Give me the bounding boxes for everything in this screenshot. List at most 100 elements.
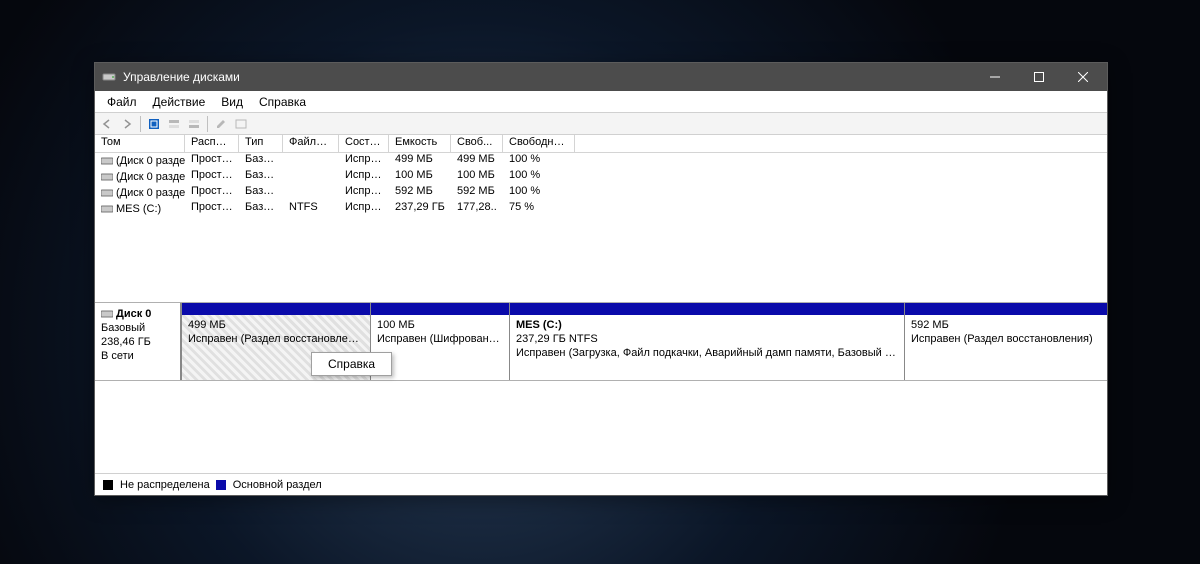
col-free[interactable]: Своб...: [451, 135, 503, 152]
cell-capacity: 499 МБ: [389, 153, 451, 169]
cell-free: 499 МБ: [451, 153, 503, 169]
disk-type: Базовый: [101, 321, 174, 335]
cell-freepct: 100 %: [503, 153, 575, 169]
partition-desc: Исправен (Раздел восстановления): [188, 332, 364, 346]
cell-type: Базов...: [239, 153, 283, 169]
maximize-button[interactable]: [1017, 63, 1061, 91]
volume-list-body[interactable]: (Диск 0 разде... Простой Базов... Испра.…: [95, 153, 1107, 302]
partition-header: [510, 303, 904, 315]
cell-status: Испра...: [339, 185, 389, 201]
cell-volume: (Диск 0 разде...: [116, 155, 185, 167]
volume-list-header: Том Распол... Тип Файлова... Состоя... Е…: [95, 135, 1107, 153]
cell-volume: (Диск 0 разде...: [116, 187, 185, 199]
toolbar-separator: [140, 116, 141, 132]
nav-back-icon[interactable]: [98, 115, 116, 133]
col-layout[interactable]: Распол...: [185, 135, 239, 152]
toolbar-separator: [207, 116, 208, 132]
app-icon: [101, 69, 117, 85]
partition-c-drive[interactable]: MES (C:) 237,29 ГБ NTFS Исправен (Загруз…: [509, 303, 904, 380]
cell-volume: (Диск 0 разде...: [116, 171, 185, 183]
menu-action[interactable]: Действие: [145, 93, 214, 111]
desktop-background: Управление дисками Файл Действие Вид Спр…: [0, 0, 1200, 564]
cell-layout: Простой: [185, 153, 239, 169]
toolbar: [95, 113, 1107, 135]
volume-list: Том Распол... Тип Файлова... Состоя... Е…: [95, 135, 1107, 303]
col-status[interactable]: Состоя...: [339, 135, 389, 152]
disk-info[interactable]: Диск 0 Базовый 238,46 ГБ В сети: [95, 303, 181, 380]
window-title: Управление дисками: [123, 70, 973, 84]
col-volume[interactable]: Том: [95, 135, 185, 152]
disk-management-window: Управление дисками Файл Действие Вид Спр…: [94, 62, 1108, 496]
cell-capacity: 237,29 ГБ: [389, 201, 451, 217]
properties-icon[interactable]: [212, 115, 230, 133]
menubar: Файл Действие Вид Справка: [95, 91, 1107, 113]
legend: Не распределена Основной раздел: [95, 473, 1107, 495]
col-filesys[interactable]: Файлова...: [283, 135, 339, 152]
cell-fs: [283, 185, 339, 201]
cell-free: 592 МБ: [451, 185, 503, 201]
partition-recovery-2[interactable]: 592 МБ Исправен (Раздел восстановления): [904, 303, 1107, 380]
col-type[interactable]: Тип: [239, 135, 283, 152]
partition-size: 592 МБ: [911, 318, 1101, 332]
view-top-icon[interactable]: [165, 115, 183, 133]
cell-free: 100 МБ: [451, 169, 503, 185]
context-menu: Справка: [311, 352, 392, 376]
nav-forward-icon[interactable]: [118, 115, 136, 133]
partition-header: [182, 303, 370, 315]
table-row[interactable]: (Диск 0 разде... Простой Базов... Испра.…: [95, 169, 1107, 185]
cell-status: Испра...: [339, 201, 389, 217]
refresh-icon[interactable]: [145, 115, 163, 133]
cell-type: Базов...: [239, 185, 283, 201]
partition-size: 237,29 ГБ NTFS: [516, 332, 898, 346]
disk-graphical-view: Диск 0 Базовый 238,46 ГБ В сети 499 МБ И…: [95, 303, 1107, 381]
cell-status: Испра...: [339, 153, 389, 169]
legend-swatch-primary: [216, 480, 226, 490]
cell-freepct: 100 %: [503, 185, 575, 201]
partition-desc: Исправен (Шифрованный (EFI) системный ра…: [377, 332, 503, 346]
cell-layout: Простой: [185, 201, 239, 217]
cell-status: Испра...: [339, 169, 389, 185]
disk-icon: [101, 309, 113, 319]
volume-icon: [101, 188, 113, 198]
disk-status: В сети: [101, 349, 174, 363]
menu-help[interactable]: Справка: [251, 93, 314, 111]
help-icon[interactable]: [232, 115, 250, 133]
partition-desc: Исправен (Загрузка, Файл подкачки, Авари…: [516, 346, 898, 360]
partition-header: [905, 303, 1107, 315]
partition-size: 100 МБ: [377, 318, 503, 332]
table-row[interactable]: (Диск 0 разде... Простой Базов... Испра.…: [95, 185, 1107, 201]
volume-icon: [101, 204, 113, 214]
cell-freepct: 75 %: [503, 201, 575, 217]
cell-layout: Простой: [185, 169, 239, 185]
disk-size: 238,46 ГБ: [101, 335, 174, 349]
table-row[interactable]: (Диск 0 разде... Простой Базов... Испра.…: [95, 153, 1107, 169]
close-button[interactable]: [1061, 63, 1105, 91]
cell-fs: [283, 153, 339, 169]
cell-type: Базов...: [239, 169, 283, 185]
menu-view[interactable]: Вид: [213, 93, 251, 111]
partition-header: [371, 303, 509, 315]
cell-type: Базов...: [239, 201, 283, 217]
volume-icon: [101, 172, 113, 182]
view-bottom-icon[interactable]: [185, 115, 203, 133]
cell-fs: NTFS: [283, 201, 339, 217]
partition-desc: Исправен (Раздел восстановления): [911, 332, 1101, 346]
context-menu-help[interactable]: Справка: [312, 353, 391, 375]
empty-space: [95, 381, 1107, 473]
menu-file[interactable]: Файл: [99, 93, 145, 111]
legend-primary: Основной раздел: [233, 479, 322, 491]
table-row[interactable]: MES (C:) Простой Базов... NTFS Испра... …: [95, 201, 1107, 217]
cell-fs: [283, 169, 339, 185]
cell-capacity: 100 МБ: [389, 169, 451, 185]
titlebar[interactable]: Управление дисками: [95, 63, 1107, 91]
legend-swatch-unallocated: [103, 480, 113, 490]
col-capacity[interactable]: Емкость: [389, 135, 451, 152]
cell-free: 177,28..: [451, 201, 503, 217]
volume-icon: [101, 156, 113, 166]
cell-capacity: 592 МБ: [389, 185, 451, 201]
minimize-button[interactable]: [973, 63, 1017, 91]
partition-bar: 499 МБ Исправен (Раздел восстановления) …: [181, 303, 1107, 380]
cell-freepct: 100 %: [503, 169, 575, 185]
legend-unallocated: Не распределена: [120, 479, 210, 491]
col-freepct[interactable]: Свободно...: [503, 135, 575, 152]
